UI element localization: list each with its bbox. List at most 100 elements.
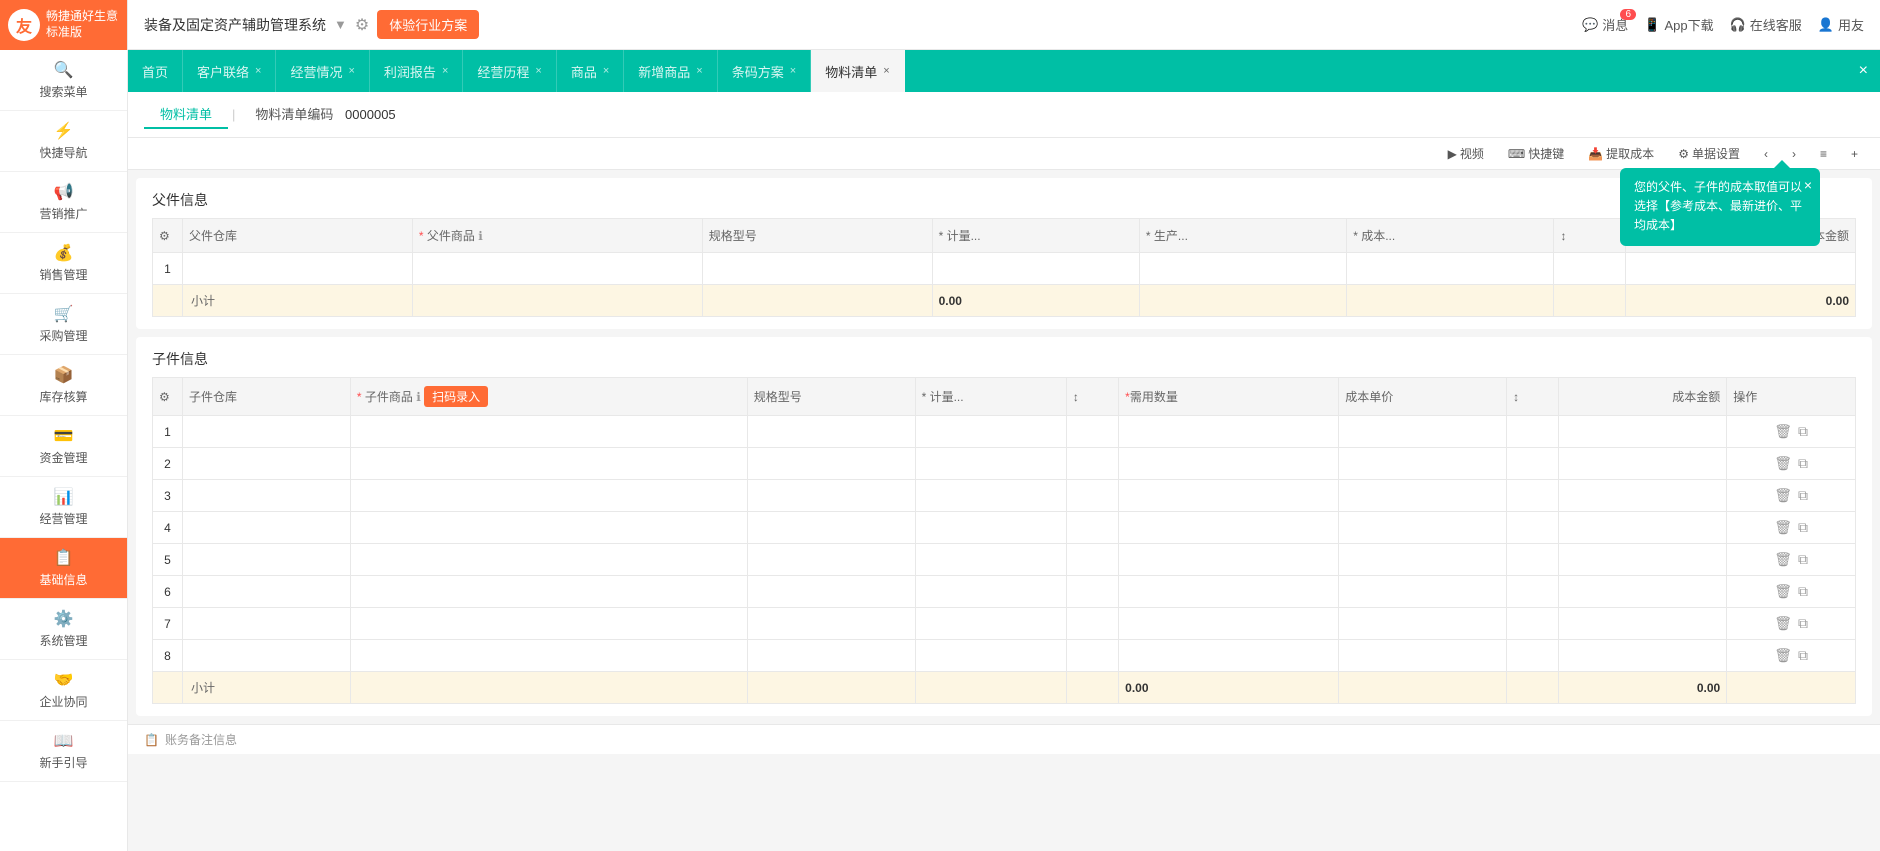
- child-cost-amount-cell[interactable]: [1559, 576, 1727, 608]
- shortcuts-button[interactable]: ⌨ 快捷键: [1502, 142, 1570, 165]
- tab-history[interactable]: 经营历程 ×: [463, 50, 556, 92]
- parent-produce-cell[interactable]: [1139, 253, 1346, 285]
- child-spec-cell[interactable]: [747, 544, 915, 576]
- sidebar-item-system[interactable]: ⚙️ 系统管理: [0, 599, 127, 660]
- message-item[interactable]: 💬 消息 6: [1582, 15, 1628, 34]
- delete-icon[interactable]: 🗑: [1774, 423, 1792, 440]
- child-spec-cell[interactable]: [747, 576, 915, 608]
- child-warehouse-cell[interactable]: [183, 576, 351, 608]
- sidebar-item-guide[interactable]: 📖 新手引导: [0, 721, 127, 782]
- parent-cost-amount-cell[interactable]: [1626, 253, 1856, 285]
- child-qty-cell[interactable]: [1119, 640, 1339, 672]
- parent-cost-cell[interactable]: [1347, 253, 1554, 285]
- page-tab-bom[interactable]: 物料清单: [144, 100, 228, 129]
- child-cost-amount-cell[interactable]: [1559, 416, 1727, 448]
- child-cost-amount-cell[interactable]: [1559, 608, 1727, 640]
- child-qty-cell[interactable]: [1119, 416, 1339, 448]
- child-cost-amount-cell[interactable]: [1559, 512, 1727, 544]
- copy-icon[interactable]: ⧉: [1798, 583, 1808, 600]
- delete-icon[interactable]: 🗑: [1774, 551, 1792, 568]
- child-unit-price-cell[interactable]: [1339, 416, 1507, 448]
- sidebar-item-enterprise[interactable]: 🤝 企业协同: [0, 660, 127, 721]
- copy-icon[interactable]: ⧉: [1798, 423, 1808, 440]
- tab-new-goods-close[interactable]: ×: [696, 65, 702, 77]
- child-qty-cell[interactable]: [1119, 608, 1339, 640]
- child-spec-cell[interactable]: [747, 512, 915, 544]
- child-goods-cell[interactable]: [350, 480, 747, 512]
- copy-icon[interactable]: ⧉: [1798, 519, 1808, 536]
- tab-goods[interactable]: 商品 ×: [557, 50, 624, 92]
- child-spec-cell[interactable]: [747, 480, 915, 512]
- online-service-item[interactable]: 🎧 在线客服: [1730, 15, 1802, 34]
- delete-icon[interactable]: 🗑: [1774, 647, 1792, 664]
- child-goods-cell[interactable]: [350, 608, 747, 640]
- single-settings-button[interactable]: ⚙ 单据设置: [1672, 142, 1746, 165]
- child-warehouse-cell[interactable]: [183, 512, 351, 544]
- tab-profit-close[interactable]: ×: [442, 65, 448, 77]
- child-unit-cell[interactable]: [915, 480, 1066, 512]
- child-unit-cell[interactable]: [915, 608, 1066, 640]
- tab-bom-close[interactable]: ×: [883, 65, 889, 77]
- sidebar-item-finance[interactable]: 💳 资金管理: [0, 416, 127, 477]
- nav-list-button[interactable]: ≡: [1814, 144, 1833, 164]
- child-warehouse-cell[interactable]: [183, 544, 351, 576]
- child-goods-cell[interactable]: [350, 416, 747, 448]
- nav-new-button[interactable]: +: [1845, 144, 1864, 164]
- child-warehouse-cell[interactable]: [183, 608, 351, 640]
- child-qty-cell[interactable]: [1119, 576, 1339, 608]
- child-qty-cell[interactable]: [1119, 480, 1339, 512]
- delete-icon[interactable]: 🗑: [1774, 487, 1792, 504]
- child-unit-cell[interactable]: [915, 512, 1066, 544]
- child-cost-amount-cell[interactable]: [1559, 480, 1727, 512]
- child-spec-cell[interactable]: [747, 416, 915, 448]
- delete-icon[interactable]: 🗑: [1774, 519, 1792, 536]
- child-unit-price-cell[interactable]: [1339, 544, 1507, 576]
- child-cost-amount-cell[interactable]: [1559, 640, 1727, 672]
- sidebar-item-purchase[interactable]: 🛒 采购管理: [0, 294, 127, 355]
- tab-barcode-close[interactable]: ×: [790, 65, 796, 77]
- copy-icon[interactable]: ⧉: [1798, 647, 1808, 664]
- settings-icon[interactable]: ⚙: [355, 15, 369, 35]
- tab-operation-status[interactable]: 经营情况 ×: [276, 50, 369, 92]
- parent-goods-cell[interactable]: [412, 253, 702, 285]
- child-goods-cell[interactable]: [350, 640, 747, 672]
- tab-barcode[interactable]: 条码方案 ×: [718, 50, 811, 92]
- child-goods-cell[interactable]: [350, 512, 747, 544]
- child-unit-price-cell[interactable]: [1339, 640, 1507, 672]
- user-item[interactable]: 👤 用友: [1818, 15, 1864, 34]
- tab-new-goods[interactable]: 新增商品 ×: [624, 50, 717, 92]
- tab-operation-status-close[interactable]: ×: [348, 65, 354, 77]
- child-unit-price-cell[interactable]: [1339, 448, 1507, 480]
- child-unit-cell[interactable]: [915, 640, 1066, 672]
- parent-unit-cell[interactable]: [932, 253, 1139, 285]
- dropdown-arrow[interactable]: ▼: [334, 17, 347, 32]
- child-spec-cell[interactable]: [747, 448, 915, 480]
- try-button[interactable]: 体验行业方案: [377, 10, 479, 39]
- delete-icon[interactable]: 🗑: [1774, 583, 1792, 600]
- close-all-button[interactable]: ×: [1847, 62, 1880, 80]
- child-unit-price-cell[interactable]: [1339, 480, 1507, 512]
- tooltip-close-button[interactable]: ×: [1804, 174, 1812, 196]
- parent-warehouse-cell[interactable]: [183, 253, 413, 285]
- child-warehouse-cell[interactable]: [183, 448, 351, 480]
- copy-icon[interactable]: ⧉: [1798, 487, 1808, 504]
- child-warehouse-cell[interactable]: [183, 416, 351, 448]
- child-goods-cell[interactable]: [350, 576, 747, 608]
- copy-icon[interactable]: ⧉: [1798, 615, 1808, 632]
- child-warehouse-cell[interactable]: [183, 640, 351, 672]
- sidebar-item-operation[interactable]: 📊 经营管理: [0, 477, 127, 538]
- child-cost-amount-cell[interactable]: [1559, 448, 1727, 480]
- delete-icon[interactable]: 🗑: [1774, 455, 1792, 472]
- child-unit-cell[interactable]: [915, 544, 1066, 576]
- parent-spec-cell[interactable]: [702, 253, 932, 285]
- sidebar-item-basic[interactable]: 📋 基础信息: [0, 538, 127, 599]
- tab-home[interactable]: 首页: [128, 50, 183, 92]
- child-qty-cell[interactable]: [1119, 544, 1339, 576]
- delete-icon[interactable]: 🗑: [1774, 615, 1792, 632]
- view-button[interactable]: ▶ 视频: [1442, 142, 1490, 165]
- app-download-item[interactable]: 📱 App下载: [1644, 15, 1713, 34]
- child-goods-cell[interactable]: [350, 448, 747, 480]
- sidebar-item-marketing[interactable]: 📢 营销推广: [0, 172, 127, 233]
- scan-button[interactable]: 扫码录入: [424, 386, 488, 407]
- extract-cost-button[interactable]: 📥 提取成本: [1582, 142, 1660, 165]
